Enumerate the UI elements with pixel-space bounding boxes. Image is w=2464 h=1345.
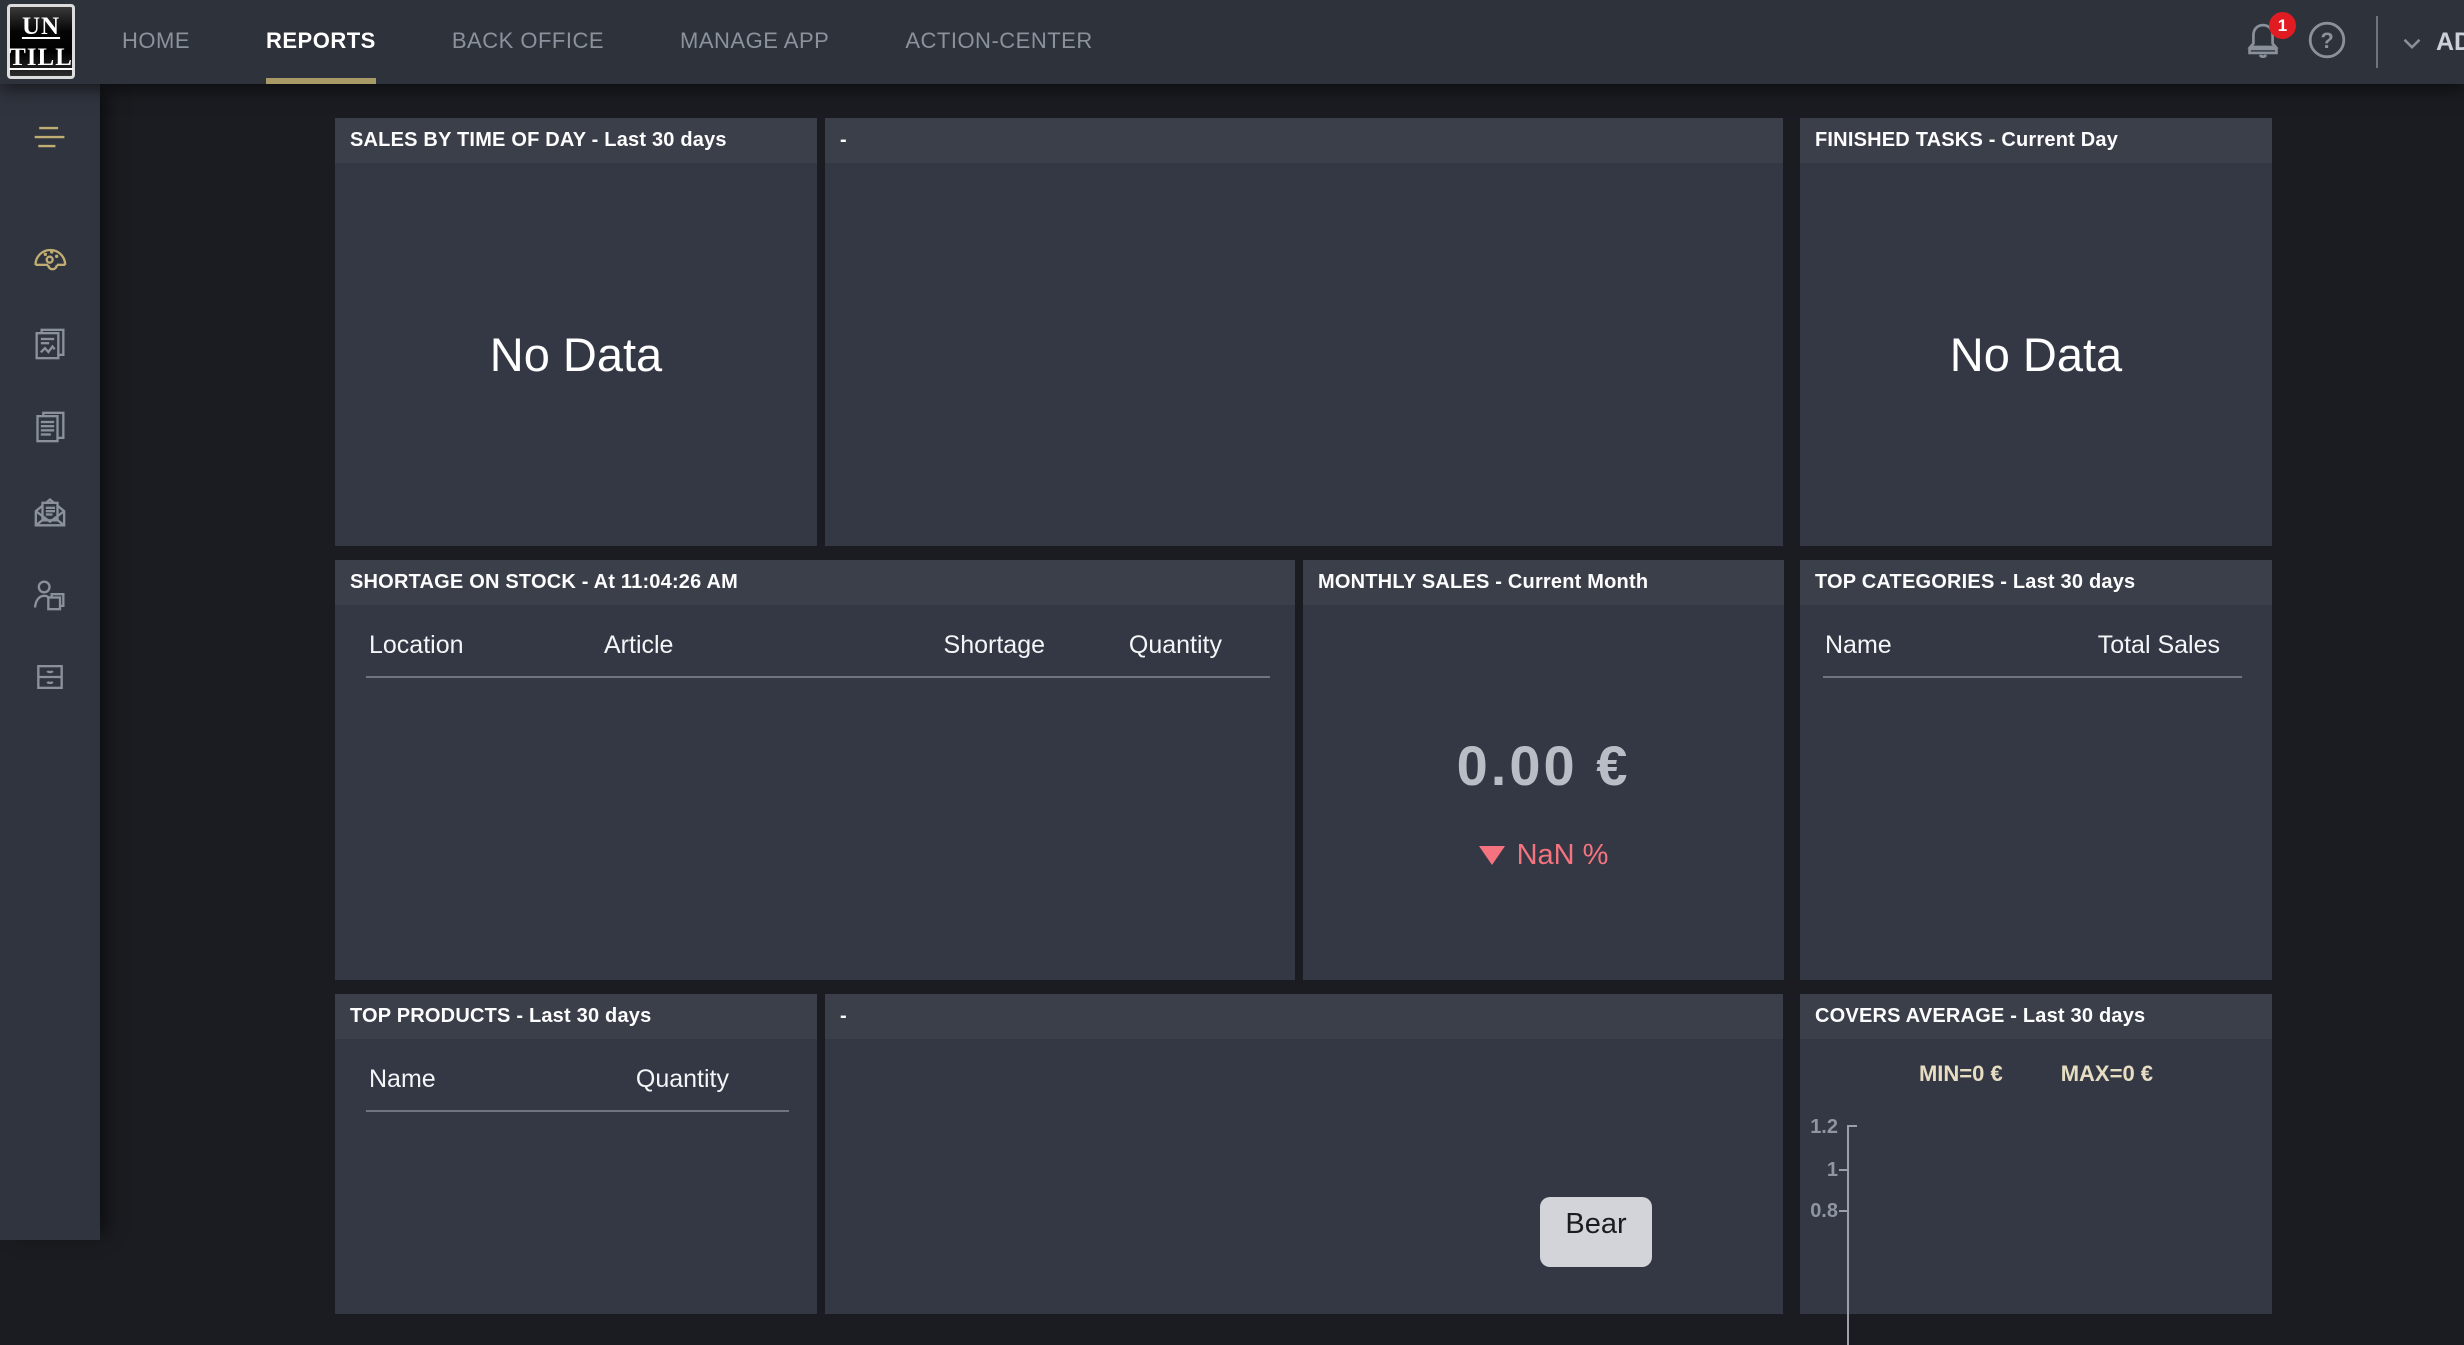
column-header-name: Name — [369, 1065, 436, 1093]
topbar-divider — [2376, 16, 2378, 68]
no-data-text: No Data — [1949, 328, 2123, 381]
column-header-article: Article — [604, 631, 674, 659]
bell-icon — [2240, 23, 2286, 70]
help-button[interactable]: ? — [2306, 19, 2348, 66]
card-title: COVERS AVERAGE - Last 30 days — [1800, 994, 2272, 1039]
y-tick-0.8: 0.8 — [1810, 1200, 1838, 1222]
notification-badge: 1 — [2269, 12, 2296, 39]
sidebar-item-storage[interactable] — [30, 659, 70, 699]
sidebar-item-messages[interactable] — [30, 494, 70, 534]
sidebar-item-sales-reports[interactable] — [30, 326, 70, 366]
envelope-icon — [30, 492, 70, 537]
sidebar-item-dashboard[interactable] — [30, 241, 70, 281]
card-untitled-top: - — [825, 118, 1783, 546]
column-header-total-sales: Total Sales — [2097, 631, 2220, 659]
monthly-sales-value: 0.00 € — [1456, 734, 1631, 797]
card-untitled-bottom: - Bear — [825, 994, 1783, 1314]
sidebar-menu-button[interactable] — [30, 120, 70, 160]
sidebar-item-documents[interactable] — [30, 409, 70, 449]
card-title: TOP CATEGORIES - Last 30 days — [1800, 560, 2272, 605]
nav-back-office[interactable]: BACK OFFICE — [452, 0, 604, 84]
sales-report-icon — [30, 324, 70, 369]
clients-icon — [30, 575, 70, 620]
y-tick-1.2: 1.2 — [1810, 1116, 1838, 1138]
card-title: TOP PRODUCTS - Last 30 days — [335, 994, 817, 1039]
card-title: SALES BY TIME OF DAY - Last 30 days — [335, 118, 817, 163]
column-header-name: Name — [1825, 631, 1892, 659]
delta-text: NaN % — [1516, 839, 1609, 871]
documents-icon — [30, 407, 70, 452]
dashboard-icon — [30, 239, 70, 284]
sidebar — [0, 84, 100, 1240]
decrease-triangle-icon — [1478, 846, 1505, 865]
chevron-down-icon — [2402, 28, 2422, 57]
card-top-products: TOP PRODUCTS - Last 30 days Name Quantit… — [335, 994, 817, 1314]
nav-reports[interactable]: REPORTS — [266, 0, 376, 84]
card-title: FINISHED TASKS - Current Day — [1800, 118, 2272, 163]
notifications-button[interactable]: 1 — [2240, 12, 2296, 66]
minmax-labels: MIN=0 € MAX=0 € — [1800, 1061, 2272, 1087]
card-top-categories: TOP CATEGORIES - Last 30 days Name Total… — [1800, 560, 2272, 980]
card-title: - — [825, 994, 1783, 1039]
card-title: - — [825, 118, 1783, 163]
logo-line2: TILL — [9, 43, 73, 71]
max-label: MAX=0 € — [2060, 1061, 2154, 1086]
card-title: SHORTAGE ON STOCK - At 11:04:26 AM — [335, 560, 1295, 605]
no-data-text: No Data — [489, 328, 663, 381]
user-menu[interactable]: AD — [2402, 28, 2464, 57]
sidebar-item-clients[interactable] — [30, 577, 70, 617]
user-label: AD — [2436, 27, 2464, 56]
table-header-divider — [1823, 676, 2242, 678]
main-nav: HOME REPORTS BACK OFFICE MANAGE APP ACTI… — [122, 0, 1093, 84]
y-tick-1: 1 — [1826, 1159, 1838, 1181]
logo-line1: UN — [21, 12, 61, 40]
menu-icon — [28, 120, 72, 161]
column-header-quantity: Quantity — [635, 1065, 729, 1093]
card-finished-tasks: FINISHED TASKS - Current Day No Data — [1800, 118, 2272, 546]
svg-text:?: ? — [2320, 27, 2333, 52]
topbar-right: 1 ? AD — [2240, 0, 2464, 84]
y-axis-line — [1847, 1125, 1849, 1345]
monthly-sales-delta: NaN % — [1478, 839, 1609, 872]
column-header-location: Location — [369, 631, 464, 659]
nav-action-center[interactable]: ACTION-CENTER — [905, 0, 1092, 84]
drawers-icon — [30, 657, 70, 702]
column-header-shortage: Shortage — [943, 631, 1045, 659]
nav-manage-app[interactable]: MANAGE APP — [680, 0, 829, 84]
card-sales-by-time: SALES BY TIME OF DAY - Last 30 days No D… — [335, 118, 817, 546]
table-header-divider — [366, 676, 1270, 678]
nav-home[interactable]: HOME — [122, 0, 190, 84]
card-title: MONTHLY SALES - Current Month — [1303, 560, 1784, 605]
help-icon: ? — [2306, 19, 2348, 66]
chart-tooltip: Bear — [1540, 1197, 1652, 1267]
card-monthly-sales: MONTHLY SALES - Current Month 0.00 € NaN… — [1303, 560, 1784, 980]
min-label: MIN=0 € — [1918, 1061, 2003, 1086]
card-shortage-on-stock: SHORTAGE ON STOCK - At 11:04:26 AM Locat… — [335, 560, 1295, 980]
table-header-divider — [366, 1110, 789, 1112]
y-axis-tick — [1839, 1210, 1848, 1212]
y-axis-top-tick — [1847, 1125, 1857, 1127]
untill-logo[interactable]: UN TILL — [7, 4, 75, 79]
y-axis-tick — [1839, 1169, 1848, 1171]
column-header-quantity: Quantity — [1128, 631, 1222, 659]
card-covers-average: COVERS AVERAGE - Last 30 days MIN=0 € MA… — [1800, 994, 2272, 1345]
topbar: UN TILL HOME REPORTS BACK OFFICE MANAGE … — [0, 0, 2464, 84]
